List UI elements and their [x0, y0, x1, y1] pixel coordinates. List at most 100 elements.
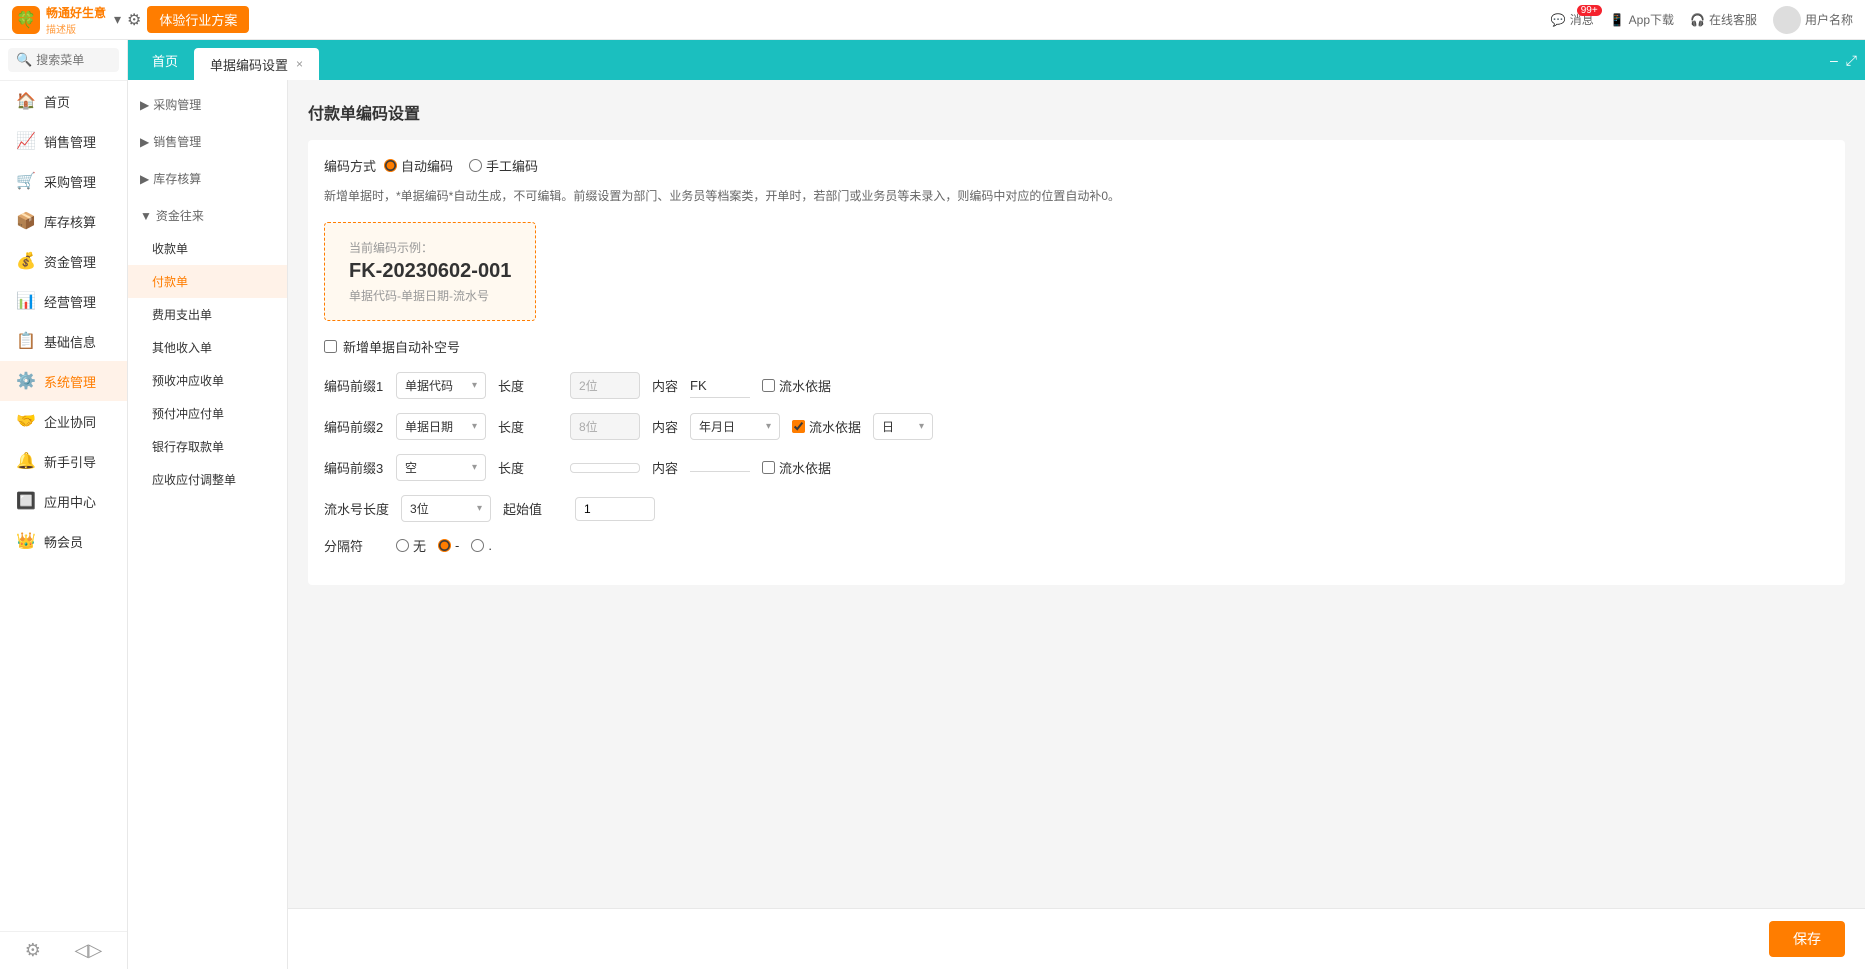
- app-download-item[interactable]: 📱 App下载: [1610, 11, 1674, 28]
- submenu-item-advance-offset[interactable]: 预付冲应付单: [128, 397, 287, 430]
- prefix3-value-select[interactable]: 空 ▾: [396, 454, 486, 481]
- sidebar-item-finance[interactable]: 💰 资金管理: [0, 241, 127, 281]
- auto-encode-option[interactable]: 自动编码: [384, 156, 453, 175]
- sidebar-item-purchase[interactable]: 🛒 采购管理: [0, 161, 127, 201]
- prefix1-serial-item[interactable]: 流水依据: [762, 376, 831, 395]
- maximize-btn[interactable]: ⤢: [1846, 52, 1857, 69]
- sidebar-item-system[interactable]: ⚙️ 系统管理: [0, 361, 127, 401]
- user-info[interactable]: 用户名称: [1773, 6, 1853, 34]
- online-service-item[interactable]: 🎧 在线客服: [1690, 11, 1757, 28]
- sidebar-item-inventory[interactable]: 📦 库存核算: [0, 201, 127, 241]
- sidebar-item-management[interactable]: 📊 经营管理: [0, 281, 127, 321]
- tab-encoding-settings[interactable]: 单据编码设置 ×: [194, 48, 319, 80]
- prefix1-value-select[interactable]: 单据代码 ▾: [396, 372, 486, 399]
- trial-btn[interactable]: 体验行业方案: [147, 6, 249, 33]
- prefix3-serial-checkbox[interactable]: [762, 461, 775, 474]
- code-example-value: FK-20230602-001: [349, 260, 511, 283]
- sep-dot-option[interactable]: .: [471, 538, 492, 553]
- enterprise-icon: 🤝: [16, 411, 36, 431]
- submenu-item-adjustment[interactable]: 应收应付调整单: [128, 463, 287, 496]
- prefix2-row: 编码前缀2 单据日期 ▾ 长度 8位 内容 年月日 ▾: [324, 413, 1829, 440]
- start-value-input[interactable]: [575, 497, 655, 521]
- chevron-right-icon: ▶: [140, 172, 149, 186]
- sidebar-item-enterprise[interactable]: 🤝 企业协同: [0, 401, 127, 441]
- sidebar-item-guide[interactable]: 🔔 新手引导: [0, 441, 127, 481]
- submenu-group-purchase-title[interactable]: ▶ 采购管理: [128, 88, 287, 121]
- main-panel-wrapper: 付款单编码设置 编码方式 自动编码 手工编码: [288, 80, 1865, 969]
- bottom-bar: 保存: [288, 908, 1865, 969]
- sidebar-item-apps[interactable]: 🔲 应用中心: [0, 481, 127, 521]
- submenu-item-expense[interactable]: 费用支出单: [128, 298, 287, 331]
- prefix1-serial-checkbox[interactable]: [762, 379, 775, 392]
- finance-icon: 💰: [16, 251, 36, 271]
- submenu-item-prepayment-offset[interactable]: 预收冲应收单: [128, 364, 287, 397]
- sep-dash-radio[interactable]: [438, 539, 451, 552]
- dropdown-arrow-icon: ▾: [919, 421, 924, 432]
- sep-dash-option[interactable]: -: [438, 538, 459, 553]
- dropdown-arrow-icon: ▾: [472, 421, 477, 432]
- save-button[interactable]: 保存: [1769, 921, 1845, 957]
- auto-fill-checkbox[interactable]: [324, 340, 337, 353]
- prefix3-serial-item[interactable]: 流水依据: [762, 458, 831, 477]
- sidebar-item-home[interactable]: 🏠 首页: [0, 81, 127, 121]
- nav-items: 🏠 首页 📈 销售管理 🛒 采购管理 📦 库存核算 💰 资金管理 📊 经营管理 …: [0, 81, 127, 931]
- submenu-group-funds: ▼ 资金往来 收款单 付款单 费用支出单 其他收入单 预收冲应收单: [128, 199, 287, 496]
- minimize-btn[interactable]: –: [1830, 52, 1838, 68]
- dropdown-arrow-btn[interactable]: ▾: [114, 11, 121, 28]
- sidebar-settings-btn[interactable]: ⚙: [25, 940, 41, 961]
- encoding-radio-group: 自动编码 手工编码: [384, 156, 538, 175]
- tab-close-btn[interactable]: ×: [296, 57, 303, 71]
- home-icon: 🏠: [16, 91, 36, 111]
- tab-home[interactable]: 首页: [136, 40, 194, 80]
- prefix2-value-select[interactable]: 单据日期 ▾: [396, 413, 486, 440]
- prefix2-serial-item[interactable]: 流水依据: [792, 417, 861, 436]
- prefix2-content-select[interactable]: 年月日 ▾: [690, 413, 780, 440]
- top-bar: 🍀 畅通好生意 描述版 ▾ ⚙ 体验行业方案 💬 消息 99+ 📱 App下载 …: [0, 0, 1865, 40]
- auto-encode-radio[interactable]: [384, 159, 397, 172]
- sep-none-option[interactable]: 无: [396, 536, 426, 555]
- app-logo: 🍀: [12, 6, 40, 34]
- sidebar-item-sales[interactable]: 📈 销售管理: [0, 121, 127, 161]
- prefix2-serial-checkbox[interactable]: [792, 420, 805, 433]
- sidebar-item-label: 畅会员: [44, 532, 83, 551]
- submenu-item-receipt[interactable]: 收款单: [128, 232, 287, 265]
- submenu-group-funds-title[interactable]: ▼ 资金往来: [128, 199, 287, 232]
- sidebar-item-member[interactable]: 👑 畅会员: [0, 521, 127, 561]
- prefix3-row: 编码前缀3 空 ▾ 长度 内容: [324, 454, 1829, 481]
- user-name: 用户名称: [1805, 11, 1853, 28]
- sidebar-item-basic[interactable]: 📋 基础信息: [0, 321, 127, 361]
- prefix2-day-select[interactable]: 日 ▾: [873, 413, 933, 440]
- dropdown-arrow-icon: ▾: [472, 462, 477, 473]
- prefix3-length-value[interactable]: [570, 463, 640, 473]
- submenu-group-inventory-title[interactable]: ▶ 库存核算: [128, 162, 287, 195]
- sidebar-collapse-btn[interactable]: ◁▷: [75, 940, 103, 961]
- dropdown-arrow-icon: ▾: [477, 503, 482, 514]
- code-example-label: 当前编码示例：: [349, 239, 511, 256]
- sep-dot-radio[interactable]: [471, 539, 484, 552]
- sidebar-item-label: 销售管理: [44, 132, 96, 151]
- message-item[interactable]: 💬 消息 99+: [1551, 11, 1594, 28]
- submenu-item-bank[interactable]: 银行存取款单: [128, 430, 287, 463]
- submenu-group-sales-title[interactable]: ▶ 销售管理: [128, 125, 287, 158]
- message-badge: 99+: [1577, 5, 1602, 16]
- prefix3-label: 编码前缀3: [324, 458, 384, 477]
- search-input[interactable]: [36, 53, 111, 67]
- prefix1-content-label: 内容: [652, 376, 678, 395]
- submenu-item-payment[interactable]: 付款单: [128, 265, 287, 298]
- search-area: 🔍: [0, 40, 127, 81]
- prefix3-content-value: [690, 463, 750, 472]
- sep-none-radio[interactable]: [396, 539, 409, 552]
- auto-fill-label: 新增单据自动补空号: [343, 337, 460, 356]
- app-name: 畅通好生意 描述版: [46, 4, 106, 36]
- manual-encode-option[interactable]: 手工编码: [469, 156, 538, 175]
- prefix2-length-value: 8位: [570, 413, 640, 440]
- settings-btn[interactable]: ⚙: [127, 10, 141, 30]
- auto-fill-row: 新增单据自动补空号: [324, 337, 1829, 356]
- prefix2-label: 编码前缀2: [324, 417, 384, 436]
- serial-length-select[interactable]: 3位 ▾: [401, 495, 491, 522]
- submenu-item-other-income[interactable]: 其他收入单: [128, 331, 287, 364]
- prefix1-content-value: FK: [690, 374, 750, 398]
- prefix1-row: 编码前缀1 单据代码 ▾ 长度 2位 内容 FK: [324, 372, 1829, 399]
- code-example-box: 当前编码示例： FK-20230602-001 单据代码-单据日期-流水号: [324, 222, 536, 321]
- manual-encode-radio[interactable]: [469, 159, 482, 172]
